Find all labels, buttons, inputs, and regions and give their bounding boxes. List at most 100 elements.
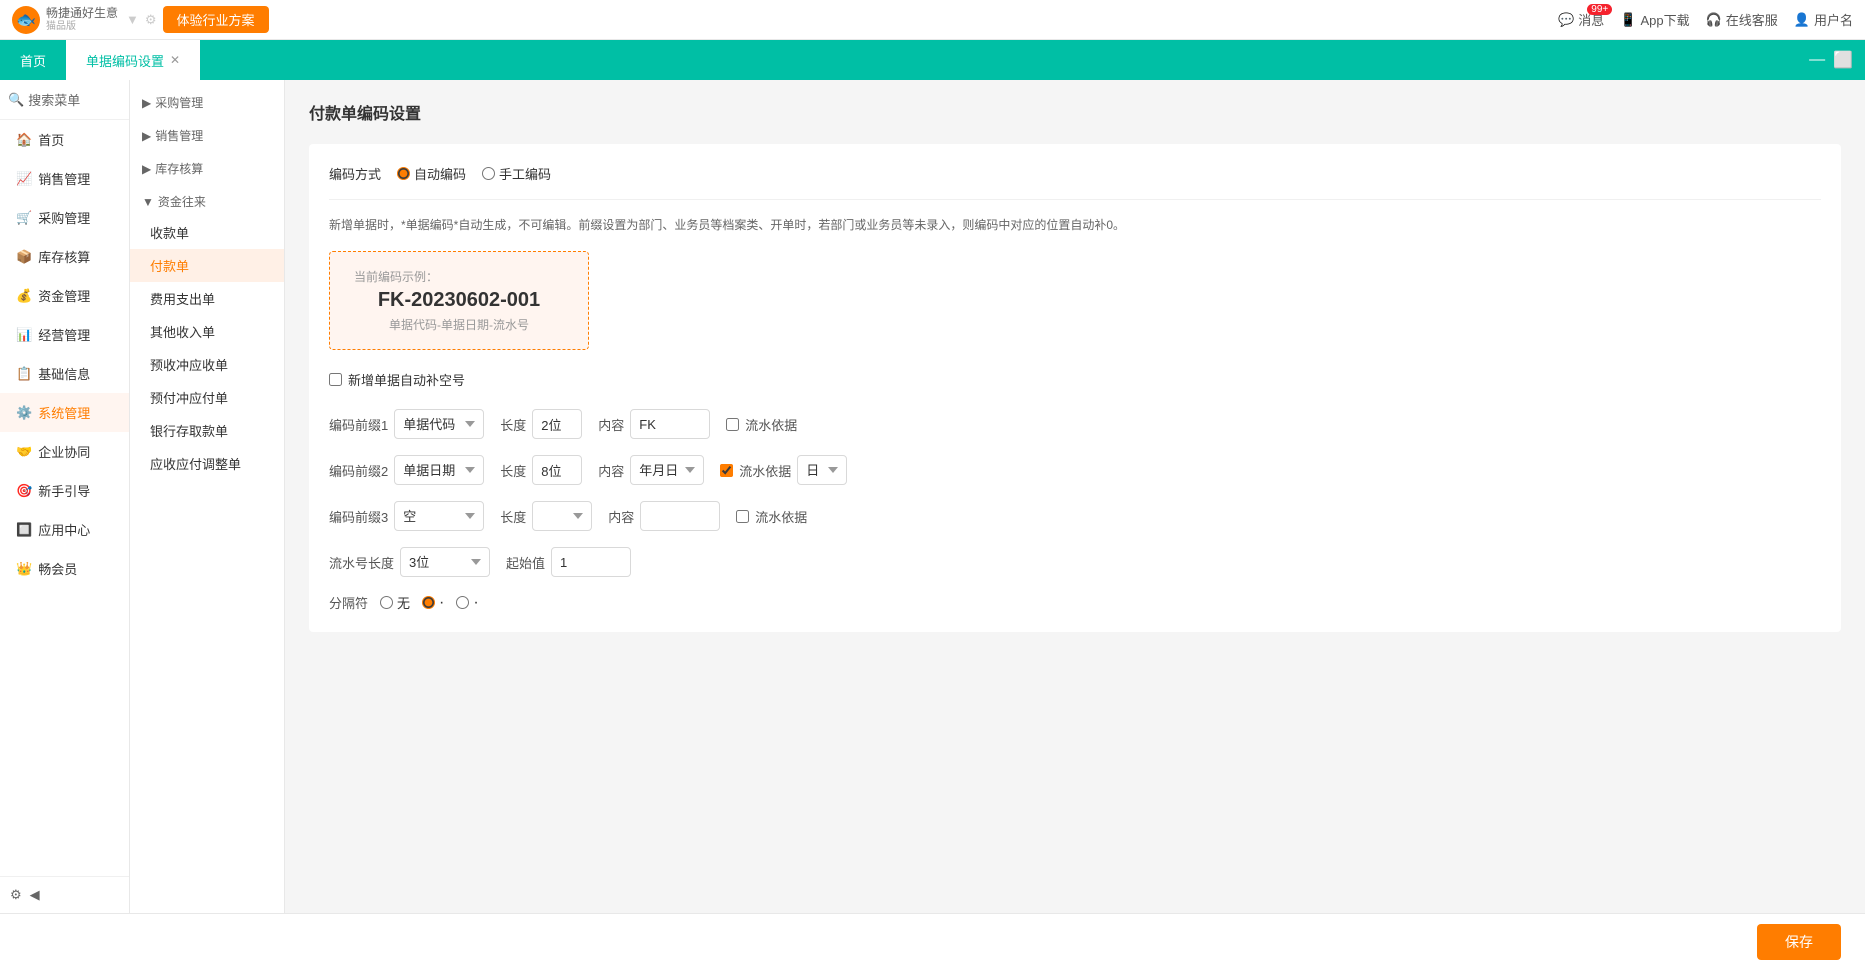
content2-label: 内容 bbox=[598, 461, 624, 480]
topbar-right: 💬 消息 99+ 📱 App下载 🎧 在线客服 👤 用户名 bbox=[1558, 10, 1853, 29]
form-card: 编码方式 自动编码 手工编码 新增单据时，*单据编码*自动生成，不可编辑。前缀设… bbox=[309, 144, 1841, 632]
serial-start-input[interactable] bbox=[551, 547, 631, 577]
sales-icon: 📈 bbox=[16, 171, 32, 187]
finance-icon: 💰 bbox=[16, 288, 32, 304]
sidebar-item-basic[interactable]: 📋 基础信息 bbox=[0, 354, 129, 393]
prefix-row-1: 编码前缀1 单据代码 长度 内容 流水 bbox=[329, 409, 1821, 439]
prefix-row-3: 编码前缀3 空 长度 内容 bbox=[329, 501, 1821, 531]
sep-dot-option[interactable]: · bbox=[422, 594, 444, 612]
auto-fill-checkbox[interactable] bbox=[329, 373, 342, 386]
home-icon: 🏠 bbox=[16, 132, 32, 148]
stream2-cycle-select[interactable]: 日 bbox=[797, 455, 847, 485]
content3-label: 内容 bbox=[608, 507, 634, 526]
sidebar-item-enterprise[interactable]: 🤝 企业协同 bbox=[0, 432, 129, 471]
sidebar-item-system[interactable]: ⚙️ 系统管理 bbox=[0, 393, 129, 432]
stream3-checkbox[interactable] bbox=[736, 510, 749, 523]
save-button[interactable]: 保存 bbox=[1757, 924, 1841, 960]
content2-select[interactable]: 年月日 bbox=[630, 455, 704, 485]
submenu-item-payment[interactable]: 付款单 bbox=[130, 249, 284, 282]
prefix1-field: 编码前缀1 单据代码 bbox=[329, 409, 484, 439]
sidebar-item-business[interactable]: 📊 经营管理 bbox=[0, 315, 129, 354]
submenu-item-bank[interactable]: 银行存取款单 bbox=[130, 414, 284, 447]
newguide-icon: 🎯 bbox=[16, 483, 32, 499]
content1-input[interactable] bbox=[630, 409, 710, 439]
sidebar-item-inventory[interactable]: 📦 库存核算 bbox=[0, 237, 129, 276]
content1-field: 内容 bbox=[598, 409, 710, 439]
auto-fill-row: 新增单据自动补空号 bbox=[329, 370, 1821, 389]
sidebar-item-home[interactable]: 🏠 首页 bbox=[0, 120, 129, 159]
tabbar-maximize[interactable]: ⬜ bbox=[1833, 50, 1853, 70]
sep-none-option[interactable]: 无 bbox=[380, 593, 410, 612]
business-icon: 📊 bbox=[16, 327, 32, 343]
logo-icon: 🐟 bbox=[12, 6, 40, 34]
app-download-icon: 📱 bbox=[1620, 12, 1636, 28]
prefix3-select[interactable]: 空 bbox=[394, 501, 484, 531]
trial-button[interactable]: 体验行业方案 bbox=[163, 6, 269, 33]
footer-collapse-btn[interactable]: ◀ bbox=[30, 887, 40, 903]
user-avatar[interactable]: 👤 用户名 bbox=[1794, 10, 1853, 29]
serial-row: 流水号长度 3位 起始值 bbox=[329, 547, 1821, 577]
prefix1-select[interactable]: 单据代码 bbox=[394, 409, 484, 439]
submenu: ▶ 采购管理 ▶ 销售管理 ▶ 库存核算 ▼ 资金往来 bbox=[130, 80, 285, 913]
code-method-radio-group: 自动编码 手工编码 bbox=[397, 164, 551, 183]
nav-arrow-down[interactable]: ▼ bbox=[126, 12, 139, 27]
sep-dot2-radio[interactable] bbox=[456, 596, 469, 609]
sep-none-radio[interactable] bbox=[380, 596, 393, 609]
tabbar-actions: — ⬜ bbox=[1809, 50, 1865, 70]
submenu-group-sales-title[interactable]: ▶ 销售管理 bbox=[130, 121, 284, 150]
preview-desc: 单据代码-单据日期-流水号 bbox=[354, 316, 564, 333]
sep-dot2-option[interactable]: · bbox=[456, 594, 478, 612]
manual-code-option[interactable]: 手工编码 bbox=[482, 164, 551, 183]
code-method-label: 编码方式 bbox=[329, 164, 381, 183]
sidebar-item-newguide[interactable]: 🎯 新手引导 bbox=[0, 471, 129, 510]
sidebar-footer: ⚙ ◀ bbox=[0, 876, 129, 913]
tabbar-minimize[interactable]: — bbox=[1809, 51, 1825, 69]
stream1-field: 流水依据 bbox=[726, 415, 797, 434]
stream1-checkbox[interactable] bbox=[726, 418, 739, 431]
main-layout: 🔍 搜索菜单 🏠 首页 📈 销售管理 🛒 采购管理 📦 库存核算 💰 资金管理 … bbox=[0, 80, 1865, 913]
submenu-item-expense[interactable]: 费用支出单 bbox=[130, 282, 284, 315]
length1-field: 长度 bbox=[500, 409, 582, 439]
tab-home[interactable]: 首页 bbox=[0, 40, 66, 80]
page-title: 付款单编码设置 bbox=[309, 100, 1841, 124]
submenu-group-purchase: ▶ 采购管理 bbox=[130, 88, 284, 117]
sidebar-item-member[interactable]: 👑 畅会员 bbox=[0, 549, 129, 588]
manual-code-radio[interactable] bbox=[482, 167, 495, 180]
stream2-checkbox[interactable] bbox=[720, 464, 733, 477]
stream3-field: 流水依据 bbox=[736, 507, 807, 526]
submenu-item-adjust[interactable]: 应收应付调整单 bbox=[130, 447, 284, 480]
submenu-item-receipt[interactable]: 收款单 bbox=[130, 216, 284, 249]
nav-settings[interactable]: ⚙ bbox=[145, 12, 157, 28]
content3-input[interactable] bbox=[640, 501, 720, 531]
footer-settings-btn[interactable]: ⚙ bbox=[10, 887, 22, 903]
length3-select[interactable] bbox=[532, 501, 592, 531]
length1-input bbox=[532, 409, 582, 439]
sidebar-item-appstore[interactable]: 🔲 应用中心 bbox=[0, 510, 129, 549]
submenu-item-advance-offset[interactable]: 预付冲应付单 bbox=[130, 381, 284, 414]
length2-input bbox=[532, 455, 582, 485]
tab-document-code-settings[interactable]: 单据编码设置 ✕ bbox=[66, 40, 200, 80]
submenu-group-inventory-title[interactable]: ▶ 库存核算 bbox=[130, 154, 284, 183]
prefix3-label: 编码前缀3 bbox=[329, 507, 388, 526]
message-item[interactable]: 💬 消息 99+ bbox=[1558, 10, 1604, 29]
submenu-group-finance-title[interactable]: ▼ 资金往来 bbox=[130, 187, 284, 216]
sidebar-item-sales[interactable]: 📈 销售管理 bbox=[0, 159, 129, 198]
prefix2-select[interactable]: 单据日期 bbox=[394, 455, 484, 485]
tab-close-icon[interactable]: ✕ bbox=[170, 53, 180, 67]
submenu-group-purchase-title[interactable]: ▶ 采购管理 bbox=[130, 88, 284, 117]
inventory-icon: 📦 bbox=[16, 249, 32, 265]
online-service-item[interactable]: 🎧 在线客服 bbox=[1706, 10, 1778, 29]
length3-label: 长度 bbox=[500, 507, 526, 526]
submenu-item-other-income[interactable]: 其他收入单 bbox=[130, 315, 284, 348]
auto-code-radio[interactable] bbox=[397, 167, 410, 180]
submenu-item-prepaid-offset[interactable]: 预收冲应收单 bbox=[130, 348, 284, 381]
auto-code-option[interactable]: 自动编码 bbox=[397, 164, 466, 183]
sidebar-item-purchase[interactable]: 🛒 采购管理 bbox=[0, 198, 129, 237]
length2-field: 长度 bbox=[500, 455, 582, 485]
app-download-item[interactable]: 📱 App下载 bbox=[1620, 10, 1689, 29]
sep-dot-radio[interactable] bbox=[422, 596, 435, 609]
sidebar-item-finance[interactable]: 💰 资金管理 bbox=[0, 276, 129, 315]
serial-length-select[interactable]: 3位 bbox=[400, 547, 490, 577]
submenu-group-inventory: ▶ 库存核算 bbox=[130, 154, 284, 183]
search-menu[interactable]: 🔍 搜索菜单 bbox=[0, 80, 129, 120]
